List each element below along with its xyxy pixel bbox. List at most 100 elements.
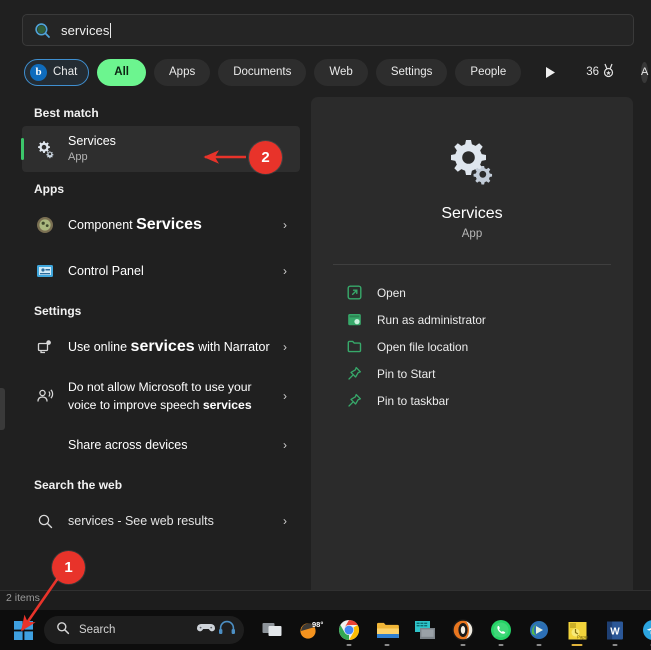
result-row-share-across-devices[interactable]: Share across devices › xyxy=(22,422,300,468)
word-icon[interactable]: W xyxy=(598,613,632,647)
taskbar-search-label: Search xyxy=(79,624,116,636)
search-input[interactable]: services xyxy=(22,14,634,46)
filter-pill-people[interactable]: People xyxy=(455,58,522,86)
filter-pill-web[interactable]: Web xyxy=(314,58,368,86)
action-label: Run as administrator xyxy=(377,312,486,327)
app-preview-panel: Services App Open Run as administrator O… xyxy=(311,97,633,597)
filter-pill-documents[interactable]: Documents xyxy=(218,58,307,86)
action-open-file-location[interactable]: Open file location xyxy=(323,333,621,360)
notepad-app-icon[interactable]: Paper xyxy=(560,613,594,647)
action-open[interactable]: Open xyxy=(323,279,621,306)
annotation-marker-1: 1 xyxy=(52,551,85,584)
bing-logo-icon: b xyxy=(30,63,47,81)
magnifier-icon xyxy=(34,510,56,532)
chrome-icon[interactable] xyxy=(332,613,366,647)
result-text-group: Use online services with Narrator xyxy=(68,338,276,356)
chevron-right-icon[interactable]: › xyxy=(276,514,294,528)
component-services-icon xyxy=(34,214,56,236)
result-row-control-panel[interactable]: Control Panel › xyxy=(22,248,300,294)
rewards-medal-icon xyxy=(602,63,615,81)
weather-widget-icon[interactable]: 98° xyxy=(294,613,328,647)
running-indicator xyxy=(460,644,466,646)
sticky-notes-icon[interactable] xyxy=(408,613,442,647)
scrollbar-thumb[interactable] xyxy=(0,388,5,430)
result-title-match: services xyxy=(130,338,195,355)
opera-browser-icon[interactable] xyxy=(446,613,480,647)
web-suffix-text: - See web results xyxy=(113,514,214,528)
avatar[interactable]: A xyxy=(641,61,649,83)
running-indicator xyxy=(536,644,542,646)
action-pin-to-taskbar[interactable]: Pin to taskbar xyxy=(323,387,621,414)
explorer-status-bar xyxy=(0,590,651,612)
filter-pill-settings[interactable]: Settings xyxy=(375,58,448,86)
headset-icon[interactable] xyxy=(218,620,236,641)
filter-pill-web-label: Web xyxy=(329,66,353,78)
running-indicator xyxy=(384,644,390,646)
result-row-speech-services[interactable]: Do not allow Microsoft to use your voice… xyxy=(22,370,300,422)
section-header-settings: Settings xyxy=(34,304,82,318)
shield-admin-icon xyxy=(345,311,363,329)
text-caret xyxy=(110,22,112,38)
magnifier-icon xyxy=(56,621,70,640)
play-triangle-icon[interactable] xyxy=(545,60,556,84)
chevron-right-icon[interactable]: › xyxy=(276,438,294,452)
game-controller-icon[interactable] xyxy=(196,621,216,640)
open-external-icon xyxy=(345,284,363,302)
avatar-letter: A xyxy=(641,66,649,78)
items-count-label: 2 items xyxy=(6,592,40,604)
filter-pill-apps-label: Apps xyxy=(169,66,196,78)
action-label: Open xyxy=(377,285,406,300)
section-header-search-the-web: Search the web xyxy=(34,478,123,492)
svg-text:98°: 98° xyxy=(312,620,323,629)
chevron-right-icon[interactable]: › xyxy=(276,218,294,232)
taskbar-search-box[interactable]: Search xyxy=(44,616,244,644)
narrator-icon xyxy=(34,336,56,358)
action-label: Pin to Start xyxy=(377,366,436,381)
result-row-narrator-online-services[interactable]: Use online services with Narrator › xyxy=(22,324,300,370)
result-text-group: Do not allow Microsoft to use your voice… xyxy=(68,378,276,414)
rewards-points[interactable]: 36 xyxy=(586,63,615,81)
action-run-as-administrator[interactable]: Run as administrator xyxy=(323,306,621,333)
folder-icon xyxy=(345,338,363,356)
result-row-component-services[interactable]: Component Services › xyxy=(22,202,300,248)
start-button[interactable] xyxy=(8,615,38,645)
section-header-apps: Apps xyxy=(34,182,64,196)
telegram-icon[interactable] xyxy=(636,613,651,647)
services-gears-icon xyxy=(444,133,500,189)
active-indicator xyxy=(571,644,583,646)
filter-pill-all[interactable]: All xyxy=(97,58,146,86)
bing-search-icon xyxy=(33,21,51,39)
pin-icon xyxy=(345,365,363,383)
filter-pill-apps[interactable]: Apps xyxy=(154,58,211,86)
chevron-right-icon[interactable]: › xyxy=(276,389,294,403)
rewards-points-value: 36 xyxy=(586,66,600,78)
result-title-match: Services xyxy=(136,216,202,233)
result-row-web-search[interactable]: services - See web results › xyxy=(22,498,300,544)
windows-search-flyout: services b Chat All Apps Documents Web S… xyxy=(0,0,651,610)
result-title: Share across devices xyxy=(68,438,188,452)
file-explorer-icon[interactable] xyxy=(370,613,404,647)
preview-app-subtitle: App xyxy=(461,228,483,240)
chevron-right-icon[interactable]: › xyxy=(276,340,294,354)
result-title-prefix: Use online xyxy=(68,340,131,354)
filter-pill-settings-label: Settings xyxy=(390,66,433,78)
filter-pill-chat[interactable]: b Chat xyxy=(24,58,90,86)
task-view-icon[interactable] xyxy=(256,613,290,647)
chevron-right-icon[interactable]: › xyxy=(276,264,294,278)
running-indicator xyxy=(346,644,352,646)
whatsapp-icon[interactable] xyxy=(484,613,518,647)
search-filter-bar: b Chat All Apps Documents Web Settings P… xyxy=(24,58,649,86)
result-text-group: Component Services xyxy=(68,216,276,234)
result-text-group: Share across devices xyxy=(68,436,276,454)
result-text-group: services - See web results xyxy=(68,512,276,530)
action-pin-to-start[interactable]: Pin to Start xyxy=(323,360,621,387)
filter-pill-documents-label: Documents xyxy=(233,66,292,78)
divider xyxy=(333,264,611,265)
running-indicator xyxy=(498,644,504,646)
search-query-text: services xyxy=(61,22,110,38)
result-text-group: Control Panel xyxy=(68,262,276,280)
preview-actions-list: Open Run as administrator Open file loca… xyxy=(311,279,633,414)
selection-accent-bar xyxy=(21,138,24,160)
nvidia-icon[interactable] xyxy=(522,613,556,647)
annotation-marker-2: 2 xyxy=(249,141,282,174)
